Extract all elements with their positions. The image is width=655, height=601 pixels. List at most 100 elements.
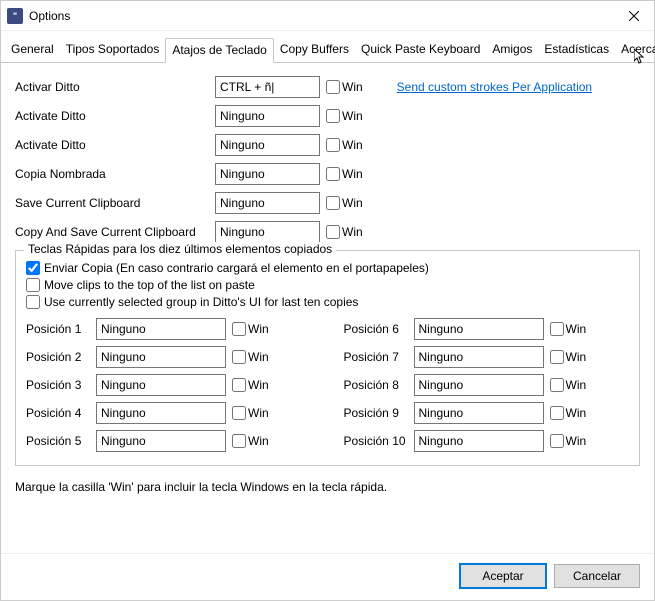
position-row: Posición 2 Win xyxy=(26,345,312,369)
send-copy-row: Enviar Copia (En caso contrario cargará … xyxy=(26,261,629,275)
win-checkbox-wrapper[interactable]: Win xyxy=(232,406,269,420)
win-label: Win xyxy=(342,167,363,181)
win-checkbox-wrapper[interactable]: Win xyxy=(550,350,587,364)
position-row: Posición 10 Win xyxy=(344,429,630,453)
tabs: General Tipos Soportados Atajos de Tecla… xyxy=(1,31,654,63)
shortcut-input-copy-save-clipboard[interactable] xyxy=(215,221,320,243)
shortcut-input-activate-ditto-2[interactable] xyxy=(215,105,320,127)
position-label: Posición 1 xyxy=(26,322,96,336)
win-checkbox[interactable] xyxy=(232,350,246,364)
tab-content: Activar Ditto Win Send custom strokes Pe… xyxy=(1,63,654,553)
use-group-checkbox[interactable] xyxy=(26,295,40,309)
win-label: Win xyxy=(342,138,363,152)
win-checkbox[interactable] xyxy=(550,406,564,420)
tab-acerca-de[interactable]: Acerca de xyxy=(615,38,655,63)
position-row: Posición 9 Win xyxy=(344,401,630,425)
win-checkbox[interactable] xyxy=(326,196,340,210)
win-checkbox[interactable] xyxy=(232,322,246,336)
win-checkbox-wrapper[interactable]: Win xyxy=(550,322,587,336)
win-checkbox[interactable] xyxy=(550,350,564,364)
win-checkbox-wrapper[interactable]: Win xyxy=(326,80,363,94)
win-checkbox-wrapper[interactable]: Win xyxy=(232,434,269,448)
shortcut-label: Save Current Clipboard xyxy=(15,196,215,210)
position-input-2[interactable] xyxy=(96,346,226,368)
shortcut-label: Activate Ditto xyxy=(15,138,215,152)
win-checkbox[interactable] xyxy=(326,80,340,94)
tab-general[interactable]: General xyxy=(5,38,60,63)
tab-amigos[interactable]: Amigos xyxy=(486,38,538,63)
win-checkbox[interactable] xyxy=(326,167,340,181)
shortcut-row: Activar Ditto Win Send custom strokes Pe… xyxy=(15,75,640,99)
shortcut-label: Activate Ditto xyxy=(15,109,215,123)
win-checkbox[interactable] xyxy=(326,138,340,152)
tab-tipos-soportados[interactable]: Tipos Soportados xyxy=(60,38,166,63)
win-checkbox-wrapper[interactable]: Win xyxy=(550,378,587,392)
shortcut-row: Copy And Save Current Clipboard Win xyxy=(15,220,640,244)
window-title: Options xyxy=(29,9,614,23)
win-checkbox-wrapper[interactable]: Win xyxy=(326,167,363,181)
win-checkbox-wrapper[interactable]: Win xyxy=(550,434,587,448)
position-label: Posición 7 xyxy=(344,350,414,364)
win-checkbox-wrapper[interactable]: Win xyxy=(232,350,269,364)
send-custom-strokes-link[interactable]: Send custom strokes Per Application xyxy=(397,80,592,94)
win-checkbox-wrapper[interactable]: Win xyxy=(232,378,269,392)
tab-quick-paste-keyboard[interactable]: Quick Paste Keyboard xyxy=(355,38,486,63)
positions-right: Posición 6 Win Posición 7 Win Posición 8… xyxy=(344,317,630,457)
use-group-row: Use currently selected group in Ditto's … xyxy=(26,295,629,309)
position-label: Posición 9 xyxy=(344,406,414,420)
position-input-3[interactable] xyxy=(96,374,226,396)
position-input-9[interactable] xyxy=(414,402,544,424)
win-label: Win xyxy=(342,80,363,94)
position-input-5[interactable] xyxy=(96,430,226,452)
move-top-checkbox[interactable] xyxy=(26,278,40,292)
win-checkbox[interactable] xyxy=(232,406,246,420)
win-checkbox[interactable] xyxy=(550,378,564,392)
win-label: Win xyxy=(342,109,363,123)
win-checkbox-wrapper[interactable]: Win xyxy=(326,138,363,152)
win-checkbox[interactable] xyxy=(232,378,246,392)
shortcut-input-save-clipboard[interactable] xyxy=(215,192,320,214)
position-row: Posición 6 Win xyxy=(344,317,630,341)
cancel-button[interactable]: Cancelar xyxy=(554,564,640,588)
shortcut-input-activar-ditto[interactable] xyxy=(215,76,320,98)
position-input-1[interactable] xyxy=(96,318,226,340)
position-label: Posición 2 xyxy=(26,350,96,364)
tab-atajos-teclado[interactable]: Atajos de Teclado xyxy=(165,38,274,63)
win-checkbox[interactable] xyxy=(550,322,564,336)
close-button[interactable] xyxy=(614,1,654,31)
win-checkbox[interactable] xyxy=(232,434,246,448)
win-checkbox-wrapper[interactable]: Win xyxy=(232,322,269,336)
position-row: Posición 1 Win xyxy=(26,317,312,341)
win-label: Win xyxy=(566,350,587,364)
win-checkbox[interactable] xyxy=(326,109,340,123)
shortcut-row: Save Current Clipboard Win xyxy=(15,191,640,215)
win-label: Win xyxy=(566,378,587,392)
win-checkbox[interactable] xyxy=(550,434,564,448)
win-label: Win xyxy=(342,225,363,239)
win-checkbox-wrapper[interactable]: Win xyxy=(326,225,363,239)
position-input-8[interactable] xyxy=(414,374,544,396)
tab-copy-buffers[interactable]: Copy Buffers xyxy=(274,38,355,63)
win-checkbox-wrapper[interactable]: Win xyxy=(550,406,587,420)
tab-estadisticas[interactable]: Estadísticas xyxy=(538,38,615,63)
shortcut-input-copia-nombrada[interactable] xyxy=(215,163,320,185)
position-input-7[interactable] xyxy=(414,346,544,368)
position-input-10[interactable] xyxy=(414,430,544,452)
win-label: Win xyxy=(248,434,269,448)
shortcut-input-activate-ditto-3[interactable] xyxy=(215,134,320,156)
position-label: Posición 10 xyxy=(344,434,414,448)
shortcut-label: Copia Nombrada xyxy=(15,167,215,181)
win-label: Win xyxy=(248,378,269,392)
send-copy-checkbox[interactable] xyxy=(26,261,40,275)
shortcut-row: Activate Ditto Win xyxy=(15,133,640,157)
last-ten-group: Teclas Rápidas para los diez últimos ele… xyxy=(15,250,640,466)
win-checkbox[interactable] xyxy=(326,225,340,239)
win-checkbox-wrapper[interactable]: Win xyxy=(326,109,363,123)
position-input-6[interactable] xyxy=(414,318,544,340)
move-top-row: Move clips to the top of the list on pas… xyxy=(26,278,629,292)
titlebar: " Options xyxy=(1,1,654,31)
win-checkbox-wrapper[interactable]: Win xyxy=(326,196,363,210)
ok-button[interactable]: Aceptar xyxy=(460,564,546,588)
position-input-4[interactable] xyxy=(96,402,226,424)
position-label: Posición 4 xyxy=(26,406,96,420)
